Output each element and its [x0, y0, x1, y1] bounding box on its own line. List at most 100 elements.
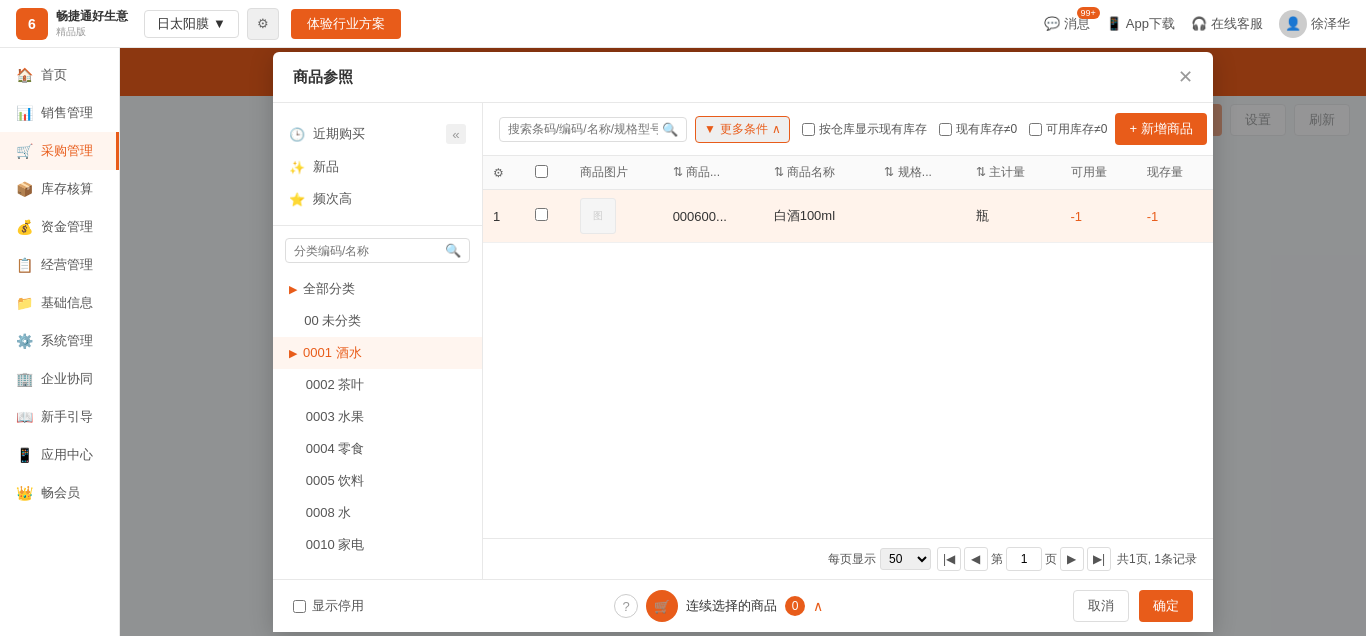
sidebar-item-home[interactable]: 🏠 首页 [0, 56, 119, 94]
col-code[interactable]: ⇅ 商品... [663, 156, 764, 190]
collapse-footer-button[interactable]: ∧ [813, 598, 823, 614]
sidebar: 🏠 首页 📊 销售管理 🛒 采购管理 📦 库存核算 💰 资金管理 📋 经营管理 … [0, 48, 120, 636]
message-icon: 💬 [1044, 16, 1060, 31]
home-icon: 🏠 [16, 67, 33, 83]
quick-item-new[interactable]: ✨ 新品 [273, 151, 482, 183]
cat-0002[interactable]: 0002 茶叶 [273, 369, 482, 401]
cat-0004[interactable]: 0004 零食 [273, 433, 482, 465]
cat-0003[interactable]: 0003 水果 [273, 401, 482, 433]
chevron-up-icon: ∧ [772, 122, 781, 136]
sidebar-item-basics[interactable]: 📁 基础信息 [0, 284, 119, 322]
settings-button[interactable]: ⚙ [247, 8, 279, 40]
quick-item-frequent[interactable]: ⭐ 频次高 [273, 183, 482, 215]
quick-item-recent[interactable]: 🕒 近期购买 « [273, 117, 482, 151]
footer-left: 显示停用 [293, 597, 364, 615]
select-all-checkbox[interactable] [535, 165, 548, 178]
user-profile[interactable]: 👤 徐泽华 [1279, 10, 1350, 38]
more-filters-button[interactable]: ▼ 更多条件 ∧ [695, 116, 790, 143]
page-size-dropdown[interactable]: 50 100 200 [880, 548, 931, 570]
col-name[interactable]: ⇅ 商品名称 [764, 156, 875, 190]
checkbox-available-stock[interactable]: 可用库存≠0 [1029, 121, 1107, 138]
row-checkbox[interactable] [535, 208, 548, 221]
app-download-button[interactable]: 📱 App下载 [1106, 15, 1175, 33]
sidebar-item-operations[interactable]: 📋 经营管理 [0, 246, 119, 284]
divider [273, 225, 482, 226]
disabled-checkbox[interactable] [293, 600, 306, 613]
inventory-icon: 📦 [16, 181, 33, 197]
cat-0001[interactable]: ▶ 0001 酒水 [273, 337, 482, 369]
col-unit[interactable]: ⇅ 主计量 [966, 156, 1060, 190]
main-layout: 🏠 首页 📊 销售管理 🛒 采购管理 📦 库存核算 💰 资金管理 📋 经营管理 … [0, 48, 1366, 636]
modal-overlay: 商品参照 ✕ 🕒 近期购买 « ✨ [120, 48, 1366, 636]
cat-0005[interactable]: 0005 饮料 [273, 465, 482, 497]
col-spec[interactable]: ⇅ 规格... [874, 156, 966, 190]
freq-icon: ⭐ [289, 192, 305, 207]
page-label2: 页 [1045, 551, 1057, 568]
sidebar-item-member[interactable]: 👑 畅会员 [0, 474, 119, 512]
sort-icon-name: ⇅ [774, 165, 784, 179]
collapse-button[interactable]: « [446, 124, 466, 144]
cell-name: 白酒100ml [764, 190, 875, 243]
cat-all[interactable]: ▶ 全部分类 [273, 273, 482, 305]
cart-button[interactable]: 🛒 [646, 590, 678, 622]
modal-right-panel: 🔍 ▼ 更多条件 ∧ 按仓库显示现有库存 [483, 103, 1213, 579]
product-table: ⚙ 商品图片 ⇅ 商品... ⇅ 商品名称 ⇅ 规格... ⇅ 主计量 可用量 [483, 156, 1213, 243]
customer-service-button[interactable]: 🎧 在线客服 [1191, 15, 1263, 33]
available-stock-checkbox[interactable] [1029, 123, 1042, 136]
col-settings[interactable]: ⚙ [483, 156, 525, 190]
trial-button[interactable]: 体验行业方案 [291, 9, 401, 39]
sidebar-item-inventory[interactable]: 📦 库存核算 [0, 170, 119, 208]
checkbox-warehouse-stock[interactable]: 按仓库显示现有库存 [802, 121, 927, 138]
phone-icon: 📱 [1106, 16, 1122, 31]
purchase-icon: 🛒 [16, 143, 33, 159]
sidebar-item-purchase[interactable]: 🛒 采购管理 [0, 132, 119, 170]
checkbox-current-stock[interactable]: 现有库存≠0 [939, 121, 1017, 138]
sidebar-item-guide[interactable]: 📖 新手引导 [0, 398, 119, 436]
chevron-down-icon: ▼ [213, 16, 226, 31]
current-stock-checkbox[interactable] [939, 123, 952, 136]
cat-00[interactable]: 00 未分类 [273, 305, 482, 337]
add-product-button[interactable]: + 新增商品 [1115, 113, 1206, 145]
pagination-bar: 每页显示 50 100 200 |◀ ◀ 第 [483, 538, 1213, 579]
clock-icon: 🕒 [289, 127, 305, 142]
cat-0010[interactable]: 0010 家电 [273, 529, 482, 561]
sidebar-item-finance[interactable]: 💰 资金管理 [0, 208, 119, 246]
top-nav: 6 畅捷通好生意 精品版 日太阳膜 ▼ ⚙ 体验行业方案 💬 消息 99+ 📱 … [0, 0, 1366, 48]
finance-icon: 💰 [16, 219, 33, 235]
cell-code: 000600... [663, 190, 764, 243]
sort-icon-spec: ⇅ [884, 165, 894, 179]
messages-button[interactable]: 💬 消息 99+ [1044, 15, 1090, 33]
filter-bar: 🔍 ▼ 更多条件 ∧ 按仓库显示现有库存 [483, 103, 1213, 156]
enterprise-icon: 🏢 [16, 371, 33, 387]
category-search-input[interactable] [294, 244, 445, 258]
filter-icon: ▼ [704, 122, 716, 136]
col-available: 可用量 [1061, 156, 1137, 190]
sidebar-item-sales[interactable]: 📊 销售管理 [0, 94, 119, 132]
modal-close-button[interactable]: ✕ [1178, 66, 1193, 88]
next-page-button[interactable]: ▶ [1060, 547, 1084, 571]
selected-count-badge: 0 [785, 596, 805, 616]
show-disabled-checkbox[interactable]: 显示停用 [293, 597, 364, 615]
first-page-button[interactable]: |◀ [937, 547, 961, 571]
product-search-input[interactable] [508, 122, 658, 136]
page-input[interactable] [1006, 547, 1042, 571]
product-image: 图 [580, 198, 616, 234]
cell-stock: -1 [1137, 190, 1213, 243]
store-selector[interactable]: 日太阳膜 ▼ [144, 10, 239, 38]
cell-spec [874, 190, 966, 243]
cat-0008[interactable]: 0008 水 [273, 497, 482, 529]
last-page-button[interactable]: ▶| [1087, 547, 1111, 571]
apps-icon: 📱 [16, 447, 33, 463]
cell-checkbox[interactable] [525, 190, 570, 243]
confirm-button[interactable]: 确定 [1139, 590, 1193, 622]
sidebar-item-system[interactable]: ⚙️ 系统管理 [0, 322, 119, 360]
sidebar-item-enterprise[interactable]: 🏢 企业协同 [0, 360, 119, 398]
prev-page-button[interactable]: ◀ [964, 547, 988, 571]
sidebar-item-apps[interactable]: 📱 应用中心 [0, 436, 119, 474]
footer-center: ? 🛒 连续选择的商品 0 ∧ [364, 590, 1073, 622]
col-checkbox[interactable] [525, 156, 570, 190]
cancel-button[interactable]: 取消 [1073, 590, 1129, 622]
help-icon[interactable]: ? [614, 594, 638, 618]
warehouse-stock-checkbox[interactable] [802, 123, 815, 136]
system-icon: ⚙️ [16, 333, 33, 349]
